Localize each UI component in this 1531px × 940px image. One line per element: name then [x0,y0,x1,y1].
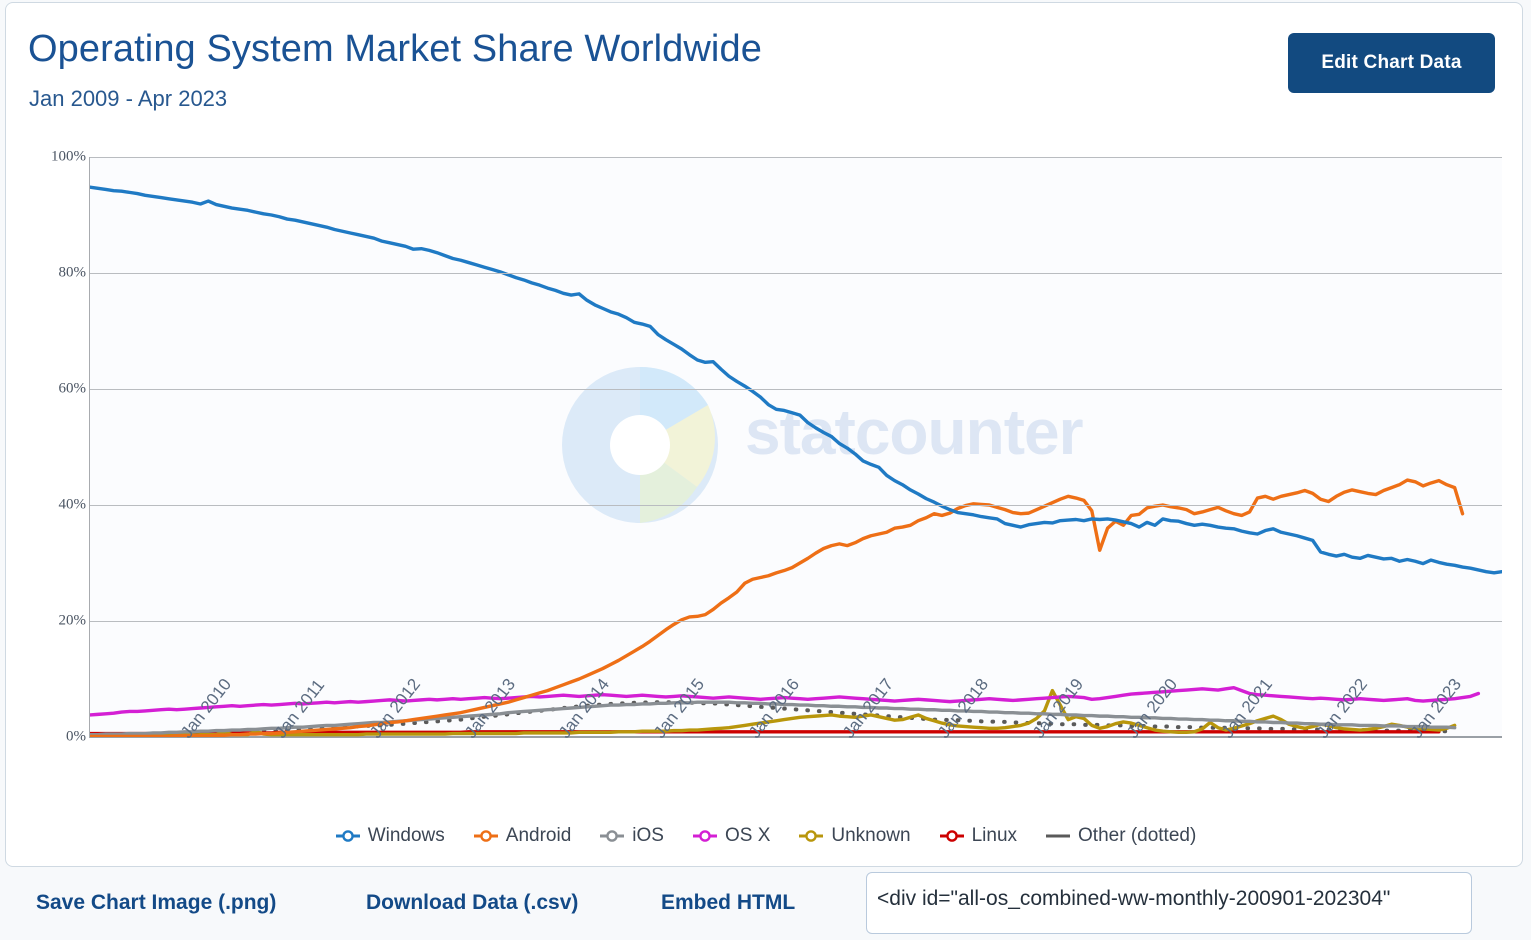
gridline [90,157,1502,158]
gridline [90,273,1502,274]
chart-series-svg [90,185,1502,737]
gridline [90,621,1502,622]
embed-code-textarea[interactable]: <div id="all-os_combined-ww-monthly-2009… [866,872,1472,934]
y-axis-tick-label: 0% [66,728,86,745]
legend-marker-icon [600,830,625,842]
y-axis-tick-label: 60% [58,380,87,397]
page-title: Operating System Market Share Worldwide [28,28,762,70]
legend-marker-icon [473,830,498,842]
legend-label: Linux [971,825,1018,846]
gridline [90,505,1502,506]
legend-marker-icon [939,830,964,842]
page-subtitle: Jan 2009 - Apr 2023 [29,86,228,111]
legend-label: Android [505,825,572,846]
legend-item-os-x[interactable]: OS X [692,825,770,847]
chart-container: statcounter 0% 20% 40% 60% 80% 100% Jan 2010 J… [0,140,1531,840]
chart-plot-area: statcounter [89,157,1502,738]
legend-label: Windows [367,825,445,846]
y-axis-tick-label: 20% [58,612,87,629]
legend-label: iOS [632,825,664,846]
legend-label: Unknown [831,825,911,846]
y-axis-tick-label: 100% [51,148,86,165]
legend-marker-icon [692,830,717,842]
legend-marker-icon [1046,834,1071,838]
legend-marker-icon [335,830,360,842]
download-data-link[interactable]: Download Data (.csv) [366,891,578,915]
chart-footer: Save Chart Image (.png) Download Data (.… [0,872,1531,940]
legend-label: Other (dotted) [1078,825,1197,846]
edit-chart-data-button[interactable]: Edit Chart Data [1288,33,1495,93]
save-chart-image-link[interactable]: Save Chart Image (.png) [36,891,276,915]
legend-item-android[interactable]: Android [473,825,572,847]
legend-item-unknown[interactable]: Unknown [798,825,911,847]
embed-html-link[interactable]: Embed HTML [661,891,795,915]
y-axis-tick-label: 40% [58,496,87,513]
y-axis-tick-label: 80% [58,264,87,281]
gridline [90,389,1502,390]
legend-item-ios[interactable]: iOS [599,825,664,847]
chart-legend: Windows Android iOS OS X Unknown Linux Other (… [0,825,1531,847]
legend-label: OS X [724,825,771,846]
legend-item-windows[interactable]: Windows [335,825,445,847]
legend-item-other-dotted[interactable]: Other (dotted) [1045,825,1196,847]
legend-marker-icon [799,830,824,842]
series-line-windows [90,185,1502,575]
legend-item-linux[interactable]: Linux [939,825,1017,847]
